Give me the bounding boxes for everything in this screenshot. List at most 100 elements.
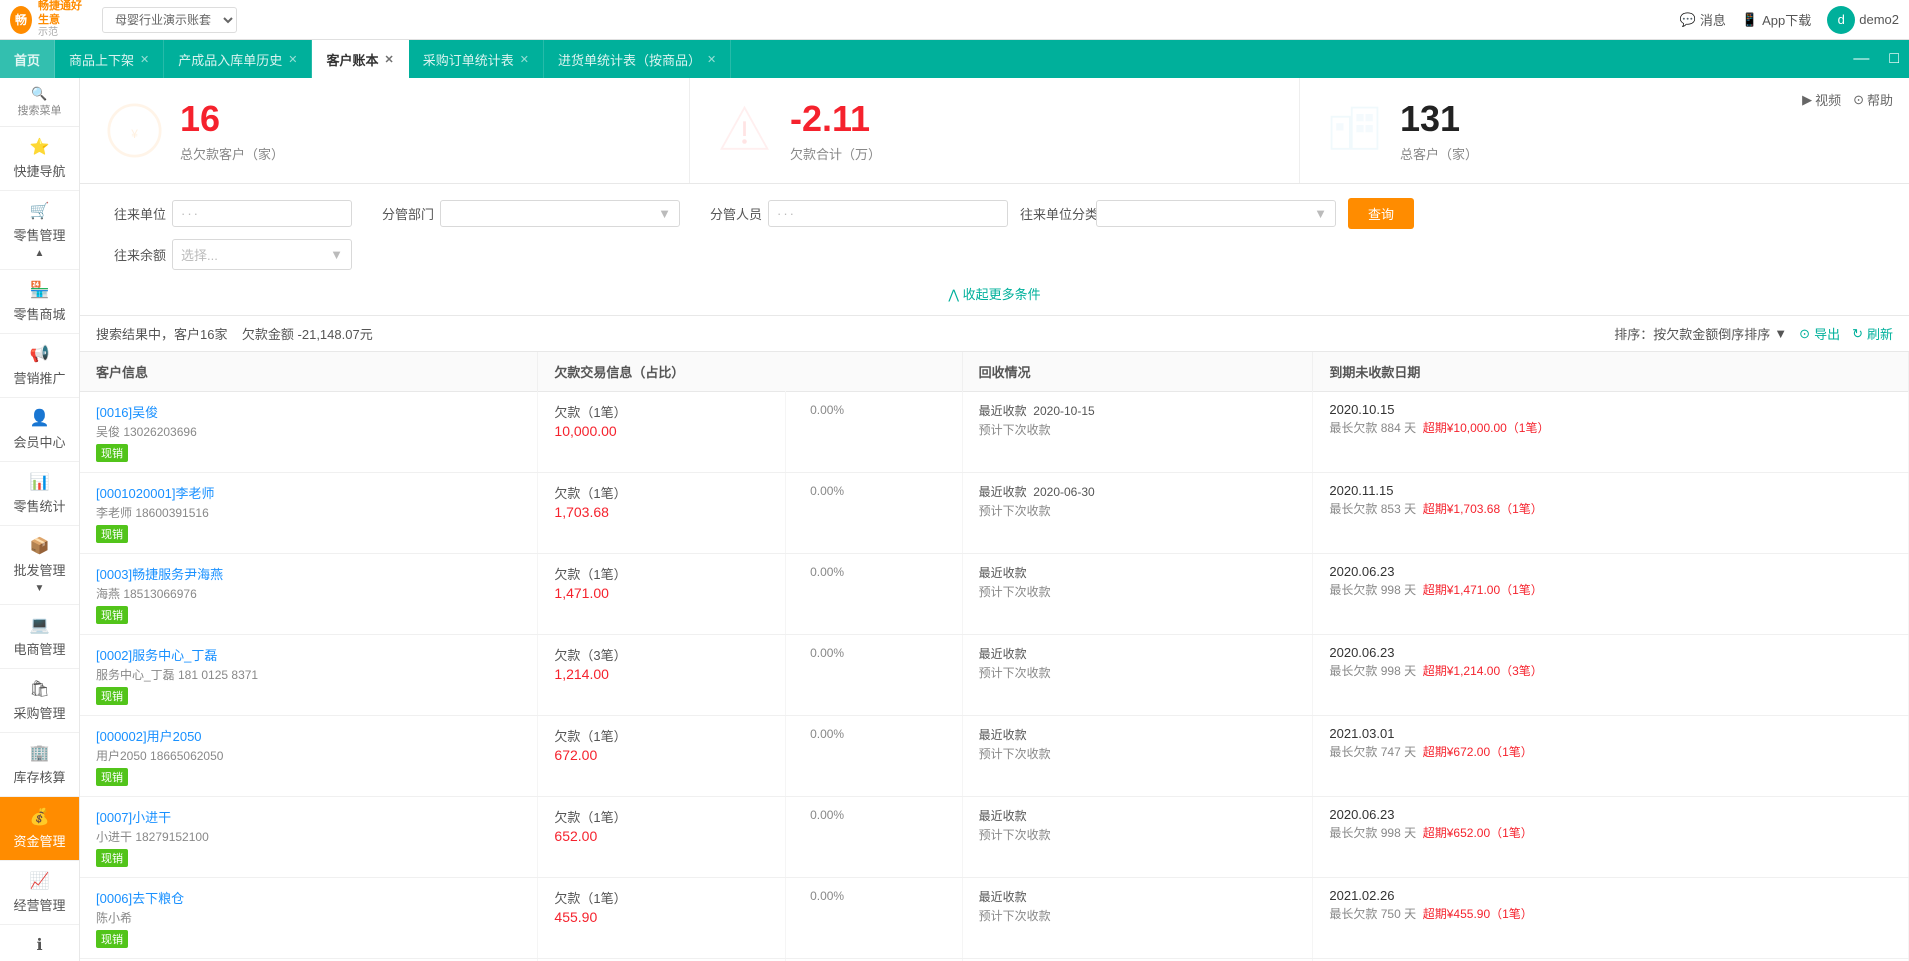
- category-input[interactable]: ▼: [1096, 200, 1336, 227]
- sidebar-item-ecommerce[interactable]: 💻 电商管理: [0, 605, 79, 669]
- customer-name-link-0[interactable]: [0016]吴俊: [96, 402, 521, 421]
- cell-recovery-1: 最近收款 2020-06-30 预计下次收款: [962, 473, 1313, 554]
- recovery-date-label-0: 最近收款 2020-10-15: [979, 402, 1297, 419]
- sidebar-item-member[interactable]: 👤 会员中心: [0, 398, 79, 462]
- customer-name-link-4[interactable]: [000002]用户2050: [96, 726, 521, 745]
- video-label: 视频: [1815, 90, 1841, 109]
- user-info[interactable]: d demo2: [1827, 6, 1899, 34]
- tab-product-offline[interactable]: 商品上下架 ✕: [55, 40, 164, 78]
- message-btn[interactable]: 💬 消息: [1680, 10, 1726, 29]
- collapse-btn[interactable]: ⋀ 收起更多条件: [96, 280, 1893, 311]
- debt-amount-4: 672.00: [554, 747, 769, 763]
- cell-recovery-4: 最近收款 预计下次收款: [962, 716, 1313, 797]
- sub-brand: 示范: [38, 27, 90, 39]
- person-input-placeholder: ···: [777, 206, 796, 221]
- recovery-date-label-3: 最近收款: [979, 645, 1297, 662]
- balance-input[interactable]: 选择... ▼: [172, 239, 352, 270]
- vendor-input[interactable]: ···: [172, 200, 352, 227]
- tab-purchase-stats-close[interactable]: ✕: [707, 53, 716, 66]
- overdue-days-6: 最长欠款 750 天 超期¥455.90（1笔）: [1329, 905, 1892, 922]
- tab-home[interactable]: 首页: [0, 40, 55, 78]
- overdue-amount-3[interactable]: 超期¥1,214.00（3笔）: [1423, 664, 1543, 678]
- customer-tag-1: 现销: [96, 525, 128, 543]
- customer-name-link-6[interactable]: [0006]去下粮仓: [96, 888, 521, 907]
- top-right-area: 💬 消息 📱 App下载 d demo2: [1680, 6, 1899, 34]
- sidebar-marketing-label: 营销推广: [13, 368, 65, 387]
- recovery-date-label-4: 最近收款: [979, 726, 1297, 743]
- system-selector[interactable]: 母婴行业演示账套: [102, 7, 237, 33]
- marketing-icon: 📢: [30, 344, 50, 364]
- sidebar-item-marketing[interactable]: 📢 营销推广: [0, 334, 79, 398]
- sidebar-finance-label: 资金管理: [13, 831, 65, 850]
- overdue-amount-1[interactable]: 超期¥1,703.68（1笔）: [1423, 502, 1543, 516]
- category-label: 往来单位分类: [1020, 204, 1090, 223]
- tab-purchase-stats[interactable]: 进货单统计表（按商品） ✕: [544, 40, 731, 78]
- sidebar-item-retail-mgmt[interactable]: 🛒 零售管理 ▲: [0, 191, 79, 270]
- overdue-amount-2[interactable]: 超期¥1,471.00（1笔）: [1423, 583, 1543, 597]
- sidebar-item-basic-info[interactable]: ℹ 基础信息: [0, 925, 79, 961]
- cell-due-date-0: 2020.10.15 最长欠款 884 天 超期¥10,000.00（1笔）: [1313, 392, 1909, 473]
- customer-phone-0: 吴俊 13026203696: [96, 423, 521, 440]
- overdue-amount-4[interactable]: 超期¥672.00（1笔）: [1423, 745, 1533, 759]
- debt-customers-icon: ¥: [104, 101, 164, 161]
- cell-due-date-5: 2020.06.23 最长欠款 998 天 超期¥652.00（1笔）: [1313, 797, 1909, 878]
- nav-tabs-right: — □: [1843, 50, 1909, 68]
- tab-purchase-order-close[interactable]: ✕: [520, 53, 529, 66]
- cell-debt-percent-1: 0.00%: [786, 473, 963, 554]
- cell-debt-percent-3: 0.00%: [786, 635, 963, 716]
- tab-purchase-order[interactable]: 采购订单统计表 ✕: [409, 40, 544, 78]
- overdue-amount-6[interactable]: 超期¥455.90（1笔）: [1423, 907, 1533, 921]
- debt-amount-3: 1,214.00: [554, 666, 769, 682]
- sidebar-item-retail-stats[interactable]: 📊 零售统计: [0, 462, 79, 526]
- cell-customer-4: [000002]用户2050 用户2050 18665062050 现销: [80, 716, 538, 797]
- dept-input[interactable]: ▼: [440, 200, 680, 227]
- sidebar-item-purchase-mgmt[interactable]: 🛍 采购管理: [0, 669, 79, 733]
- customer-name-link-2[interactable]: [0003]畅捷服务尹海燕: [96, 564, 521, 583]
- cell-recovery-3: 最近收款 预计下次收款: [962, 635, 1313, 716]
- sort-select[interactable]: 排序：按欠款金额倒序排序 ▼: [1614, 324, 1787, 343]
- video-btn[interactable]: ▶ 视频: [1802, 90, 1841, 109]
- export-btn[interactable]: ⊙ 导出: [1799, 324, 1840, 343]
- tab-purchase-stats-label: 进货单统计表（按商品）: [558, 50, 701, 69]
- sidebar-item-retail-store[interactable]: 🏪 零售商城: [0, 270, 79, 334]
- nav-shrink-btn[interactable]: —: [1843, 50, 1879, 68]
- sidebar-item-inventory[interactable]: 🏢 库存核算: [0, 733, 79, 797]
- sidebar-item-wholesale-mgmt[interactable]: 📦 批发管理 ▼: [0, 526, 79, 605]
- customer-name-link-3[interactable]: [0002]服务中心_丁磊: [96, 645, 521, 664]
- tab-customer-account-close[interactable]: ✕: [385, 53, 394, 66]
- debt-customers-info: 16 总欠款客户（家）: [180, 98, 284, 163]
- dept-filter: 分管部门 ▼: [364, 200, 680, 227]
- tab-product-history[interactable]: 产成品入库单历史 ✕: [164, 40, 312, 78]
- tab-product-history-close[interactable]: ✕: [288, 53, 297, 66]
- sidebar-item-finance[interactable]: 💰 资金管理: [0, 797, 79, 861]
- nav-expand-btn[interactable]: □: [1879, 50, 1909, 68]
- member-icon: 👤: [30, 408, 50, 428]
- tab-product-offline-close[interactable]: ✕: [140, 53, 149, 66]
- overdue-amount-5[interactable]: 超期¥652.00（1笔）: [1423, 826, 1533, 840]
- cell-customer-0: [0016]吴俊 吴俊 13026203696 现销: [80, 392, 538, 473]
- tab-home-label: 首页: [14, 50, 40, 69]
- help-btn[interactable]: ⊙ 帮助: [1853, 90, 1893, 109]
- refresh-btn[interactable]: ↻ 刷新: [1852, 324, 1893, 343]
- sidebar-search[interactable]: 🔍 搜索菜单: [0, 78, 79, 127]
- table-row: [0002]服务中心_丁磊 服务中心_丁磊 181 0125 8371 现销 欠…: [80, 635, 1909, 716]
- cell-customer-5: [0007]小进干 小进干 18279152100 现销: [80, 797, 538, 878]
- tab-customer-account[interactable]: 客户账本 ✕: [312, 40, 408, 78]
- customer-name-link-5[interactable]: [0007]小进干: [96, 807, 521, 826]
- system-selector-wrap[interactable]: 母婴行业演示账套: [102, 7, 237, 33]
- sidebar-item-quick-nav[interactable]: ⭐ 快捷导航: [0, 127, 79, 191]
- overdue-days-0: 最长欠款 884 天 超期¥10,000.00（1笔）: [1329, 419, 1892, 436]
- export-icon: ⊙: [1799, 326, 1810, 342]
- sidebar-item-business-mgmt[interactable]: 📈 经营管理: [0, 861, 79, 925]
- customer-phone-6: 陈小希: [96, 909, 521, 926]
- logo-area: 畅 畅捷通好生意 示范: [10, 0, 90, 38]
- person-input[interactable]: ···: [768, 200, 1008, 227]
- query-button[interactable]: 查询: [1348, 198, 1414, 229]
- debt-count-3: 欠款（3笔）: [554, 645, 769, 664]
- app-download-btn[interactable]: 📱 App下载: [1742, 10, 1811, 29]
- inventory-icon: 🏢: [30, 743, 50, 763]
- customer-name-link-1[interactable]: [0001020001]李老师: [96, 483, 521, 502]
- overdue-amount-0[interactable]: 超期¥10,000.00（1笔）: [1423, 421, 1550, 435]
- customer-tag-5: 现销: [96, 849, 128, 867]
- debt-percent-2: 0.00%: [810, 565, 844, 579]
